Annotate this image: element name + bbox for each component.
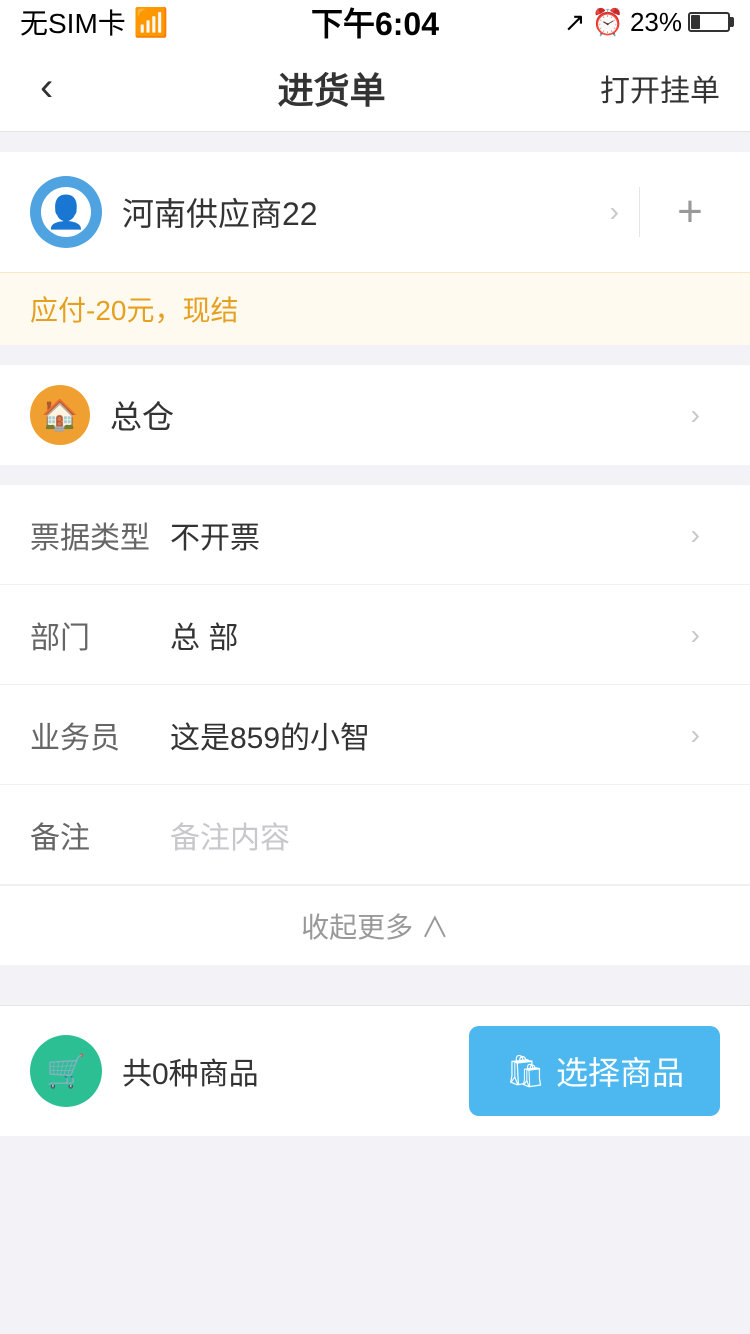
main-content: 👤 河南供应商22 › + 应付-20元，现结 🏠 总仓 › 票据类型	[0, 132, 750, 1334]
page-title: 进货单	[278, 62, 386, 114]
select-product-label: 选择商品	[556, 1048, 684, 1094]
select-product-icon: 🛍	[505, 1052, 546, 1090]
salesperson-row[interactable]: 业务员 这是859的小智 ›	[0, 685, 750, 785]
divider	[639, 187, 640, 237]
status-right: ↗ ⏰ 23%	[564, 7, 730, 38]
person-icon: 👤	[46, 193, 86, 231]
salesperson-key: 业务员	[30, 713, 170, 757]
supplier-row[interactable]: 👤 河南供应商22 › +	[0, 152, 750, 272]
collapse-label: 收起更多 ∧	[301, 906, 449, 946]
product-count: 共0种商品	[122, 1049, 469, 1093]
notes-row[interactable]: 备注 备注内容	[0, 785, 750, 885]
product-icon-wrap: 🛒	[30, 1035, 102, 1107]
section-gap-3	[0, 465, 750, 485]
warehouse-chevron-icon: ›	[691, 399, 700, 431]
warehouse-icon-wrap: 🏠	[30, 385, 90, 445]
section-gap-4	[0, 965, 750, 985]
open-pending-button[interactable]: 打开挂单	[600, 66, 720, 110]
notice-banner: 应付-20元，现结	[0, 272, 750, 345]
department-chevron-icon: ›	[691, 619, 700, 651]
salesperson-chevron-icon: ›	[691, 719, 700, 751]
wifi-icon: 📶	[134, 6, 169, 39]
nav-bar: ‹ 进货单 打开挂单	[0, 44, 750, 132]
supplier-avatar: 👤	[30, 176, 102, 248]
battery-percent: 23%	[630, 7, 682, 38]
add-supplier-button[interactable]: +	[660, 182, 720, 242]
status-left: 无SIM卡 📶	[20, 2, 169, 42]
invoice-type-key: 票据类型	[30, 513, 170, 557]
salesperson-value: 这是859的小智	[170, 713, 691, 757]
section-gap-1	[0, 132, 750, 152]
form-section: 票据类型 不开票 › 部门 总 部 › 业务员 这是859的小智 › 备注 备注…	[0, 485, 750, 965]
alarm-icon: ⏰	[592, 7, 624, 38]
warehouse-row[interactable]: 🏠 总仓 ›	[0, 365, 750, 465]
warehouse-label: 总仓	[110, 392, 691, 438]
battery-icon	[688, 12, 730, 32]
location-icon: ↗	[564, 7, 586, 38]
department-value: 总 部	[170, 613, 691, 657]
notice-text: 应付-20元，现结	[30, 295, 238, 326]
house-icon: 🏠	[41, 398, 78, 433]
product-bag-icon: 🛒	[46, 1052, 86, 1090]
status-time: 下午6:04	[311, 0, 439, 45]
status-bar: 无SIM卡 📶 下午6:04 ↗ ⏰ 23%	[0, 0, 750, 44]
avatar-inner: 👤	[41, 187, 91, 237]
select-product-button[interactable]: 🛍 选择商品	[469, 1026, 720, 1116]
warehouse-section: 🏠 总仓 ›	[0, 365, 750, 465]
invoice-chevron-icon: ›	[691, 519, 700, 551]
carrier-text: 无SIM卡	[20, 2, 126, 42]
section-gap-2	[0, 345, 750, 365]
back-button[interactable]: ‹	[30, 55, 63, 120]
supplier-name: 河南供应商22	[122, 189, 610, 235]
department-key: 部门	[30, 613, 170, 657]
bottom-bar: 🛒 共0种商品 🛍 选择商品	[0, 1005, 750, 1136]
supplier-section: 👤 河南供应商22 › + 应付-20元，现结	[0, 152, 750, 345]
invoice-type-row[interactable]: 票据类型 不开票 ›	[0, 485, 750, 585]
notes-key: 备注	[30, 813, 170, 857]
notes-value: 备注内容	[170, 813, 720, 857]
supplier-chevron-icon: ›	[610, 196, 619, 228]
invoice-type-value: 不开票	[170, 513, 691, 557]
collapse-button[interactable]: 收起更多 ∧	[0, 885, 750, 965]
department-row[interactable]: 部门 总 部 ›	[0, 585, 750, 685]
